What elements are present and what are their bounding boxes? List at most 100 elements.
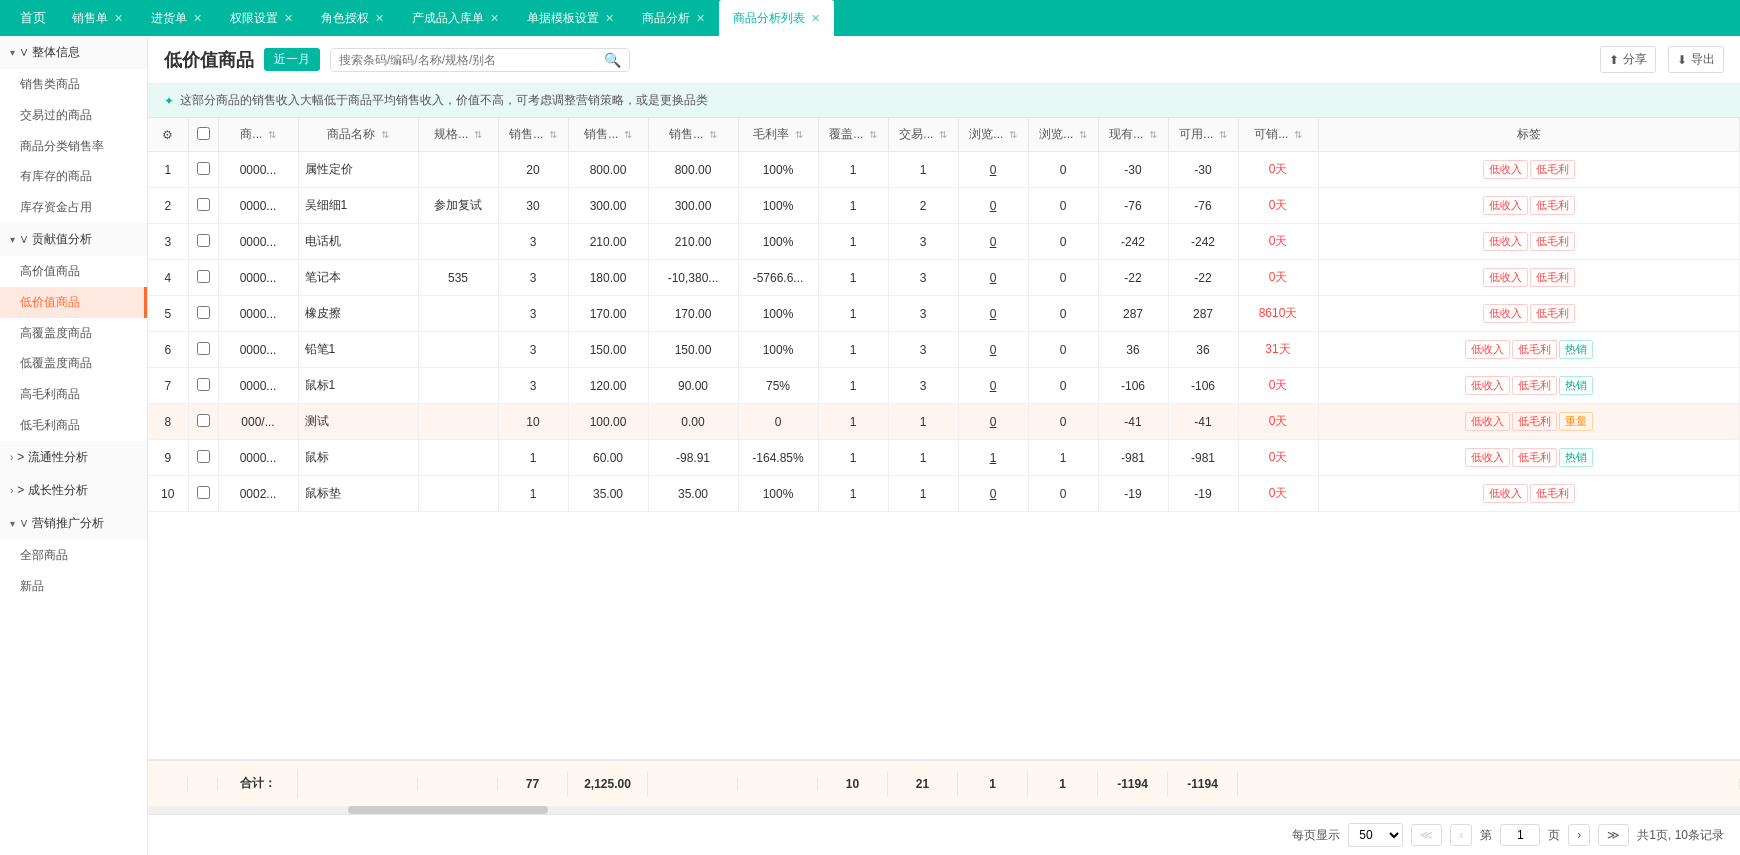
close-icon[interactable]: ✕: [605, 12, 614, 25]
footer-sales-amt-empty: [648, 778, 738, 790]
sidebar-item-new-products[interactable]: 新品: [0, 571, 147, 602]
table-row: 8 000/... 测试 10 100.00 0.00 0 1 1 0 0 -4…: [148, 404, 1740, 440]
close-icon[interactable]: ✕: [696, 12, 705, 25]
sales-qty-col-header[interactable]: 销售... ⇅: [498, 118, 568, 152]
row-select-checkbox[interactable]: [197, 234, 210, 247]
row-browse1[interactable]: 0: [958, 224, 1028, 260]
row-select-checkbox[interactable]: [197, 270, 210, 283]
row-select-checkbox[interactable]: [197, 450, 210, 463]
close-icon[interactable]: ✕: [284, 12, 293, 25]
nav-home[interactable]: 首页: [8, 0, 58, 36]
sales-amt-col-header[interactable]: 销售... ⇅: [648, 118, 738, 152]
sidebar-group-overall[interactable]: ▾ ∨ 整体信息: [0, 36, 147, 69]
filter-recent-month-button[interactable]: 近一月: [264, 48, 320, 71]
row-browse1[interactable]: 0: [958, 476, 1028, 512]
browse2-col-header[interactable]: 浏览... ⇅: [1028, 118, 1098, 152]
close-icon[interactable]: ✕: [490, 12, 499, 25]
row-browse2: 1: [1028, 440, 1098, 476]
nav-role-auth[interactable]: 角色授权 ✕: [307, 0, 398, 36]
spec-col-header[interactable]: 规格... ⇅: [418, 118, 498, 152]
nav-purchase-order[interactable]: 进货单 ✕: [137, 0, 216, 36]
per-page-select[interactable]: 50 100 200: [1348, 823, 1403, 847]
select-all-checkbox[interactable]: [197, 127, 210, 140]
current-col-header[interactable]: 现有... ⇅: [1098, 118, 1168, 152]
row-coverage: 1: [818, 152, 888, 188]
first-page-button[interactable]: ≪: [1411, 824, 1442, 846]
row-browse1[interactable]: 0: [958, 404, 1028, 440]
sidebar-item-low-value[interactable]: 低价值商品: [0, 287, 147, 318]
sidebar-item-low-margin[interactable]: 低毛利商品: [0, 410, 147, 441]
trade-col-header[interactable]: 交易... ⇅: [888, 118, 958, 152]
row-select-checkbox[interactable]: [197, 342, 210, 355]
settings-col-header[interactable]: ⚙: [148, 118, 188, 152]
data-table-wrapper[interactable]: ⚙ 商... ⇅ 商品名称 ⇅ 规格... ⇅ 销售... ⇅ 销售... ⇅ …: [148, 118, 1740, 759]
close-icon[interactable]: ✕: [375, 12, 384, 25]
coverage-col-header[interactable]: 覆盖... ⇅: [818, 118, 888, 152]
close-icon[interactable]: ✕: [193, 12, 202, 25]
horizontal-scrollbar[interactable]: [148, 806, 1740, 814]
close-icon[interactable]: ✕: [811, 12, 820, 25]
nav-product-inbound[interactable]: 产成品入库单 ✕: [398, 0, 513, 36]
nav-permission[interactable]: 权限设置 ✕: [216, 0, 307, 36]
available-col-header[interactable]: 可用... ⇅: [1168, 118, 1238, 152]
nav-sales-order[interactable]: 销售单 ✕: [58, 0, 137, 36]
sidebar-group-marketing[interactable]: ▾ ∨ 营销推广分析: [0, 507, 147, 540]
row-browse1[interactable]: 0: [958, 332, 1028, 368]
sales-price-col-header[interactable]: 销售... ⇅: [568, 118, 648, 152]
row-sales-amt: 800.00: [648, 152, 738, 188]
row-sales-amt: 150.00: [648, 332, 738, 368]
row-code: 0000...: [218, 368, 298, 404]
prev-page-button[interactable]: ‹: [1450, 824, 1472, 846]
sidebar-group-contribution[interactable]: ▾ ∨ 贡献值分析: [0, 223, 147, 256]
sidebar-item-inventory-products[interactable]: 有库存的商品: [0, 161, 147, 192]
sidebar-group-growth[interactable]: › > 成长性分析: [0, 474, 147, 507]
scrollbar-thumb[interactable]: [348, 806, 548, 814]
row-select-checkbox[interactable]: [197, 378, 210, 391]
export-button[interactable]: ⬇ 导出: [1668, 46, 1724, 73]
code-col-header[interactable]: 商... ⇅: [218, 118, 298, 152]
sidebar-item-high-value[interactable]: 高价值商品: [0, 256, 147, 287]
row-browse1[interactable]: 0: [958, 260, 1028, 296]
row-select-checkbox[interactable]: [197, 306, 210, 319]
next-page-button[interactable]: ›: [1568, 824, 1590, 846]
nav-template-settings[interactable]: 单据模板设置 ✕: [513, 0, 628, 36]
search-icon[interactable]: 🔍: [604, 52, 621, 68]
row-spec: [418, 368, 498, 404]
close-icon[interactable]: ✕: [114, 12, 123, 25]
row-browse1[interactable]: 0: [958, 296, 1028, 332]
browse1-col-header[interactable]: 浏览... ⇅: [958, 118, 1028, 152]
sidebar-item-high-margin[interactable]: 高毛利商品: [0, 379, 147, 410]
sidebar-item-high-coverage[interactable]: 高覆盖度商品: [0, 318, 147, 349]
sidebar-item-traded-products[interactable]: 交易过的商品: [0, 100, 147, 131]
row-select-checkbox[interactable]: [197, 414, 210, 427]
row-browse1[interactable]: 0: [958, 152, 1028, 188]
sidebar-item-low-coverage[interactable]: 低覆盖度商品: [0, 348, 147, 379]
saleable-col-header[interactable]: 可销... ⇅: [1238, 118, 1318, 152]
nav-product-analysis[interactable]: 商品分析 ✕: [628, 0, 719, 36]
row-browse2: 0: [1028, 368, 1098, 404]
last-page-button[interactable]: ≫: [1598, 824, 1629, 846]
row-gross-rate: 100%: [738, 152, 818, 188]
row-select-checkbox[interactable]: [197, 198, 210, 211]
sidebar-item-inventory-funds[interactable]: 库存资金占用: [0, 192, 147, 223]
page-number-input[interactable]: [1500, 824, 1540, 846]
search-input[interactable]: [339, 53, 598, 67]
row-browse1[interactable]: 1: [958, 440, 1028, 476]
gross-rate-col-header[interactable]: 毛利率 ⇅: [738, 118, 818, 152]
row-code: 0000...: [218, 224, 298, 260]
name-col-header[interactable]: 商品名称 ⇅: [298, 118, 418, 152]
row-browse1[interactable]: 0: [958, 188, 1028, 224]
row-select-checkbox[interactable]: [197, 162, 210, 175]
row-sales-amt: 300.00: [648, 188, 738, 224]
row-select-checkbox[interactable]: [197, 486, 210, 499]
sidebar-item-sales-products[interactable]: 销售类商品: [0, 69, 147, 100]
page-header: 低价值商品 近一月 🔍 ⬆ 分享 ⬇ 导出: [148, 36, 1740, 84]
sidebar-group-liquidity[interactable]: › > 流通性分析: [0, 441, 147, 474]
checkbox-col-header: [188, 118, 218, 152]
sidebar-item-all-products[interactable]: 全部商品: [0, 540, 147, 571]
nav-product-analysis-list[interactable]: 商品分析列表 ✕: [719, 0, 834, 36]
sidebar-item-category-sales-rate[interactable]: 商品分类销售率: [0, 131, 147, 162]
row-browse1[interactable]: 0: [958, 368, 1028, 404]
share-button[interactable]: ⬆ 分享: [1600, 46, 1656, 73]
search-box: 🔍: [330, 48, 630, 72]
